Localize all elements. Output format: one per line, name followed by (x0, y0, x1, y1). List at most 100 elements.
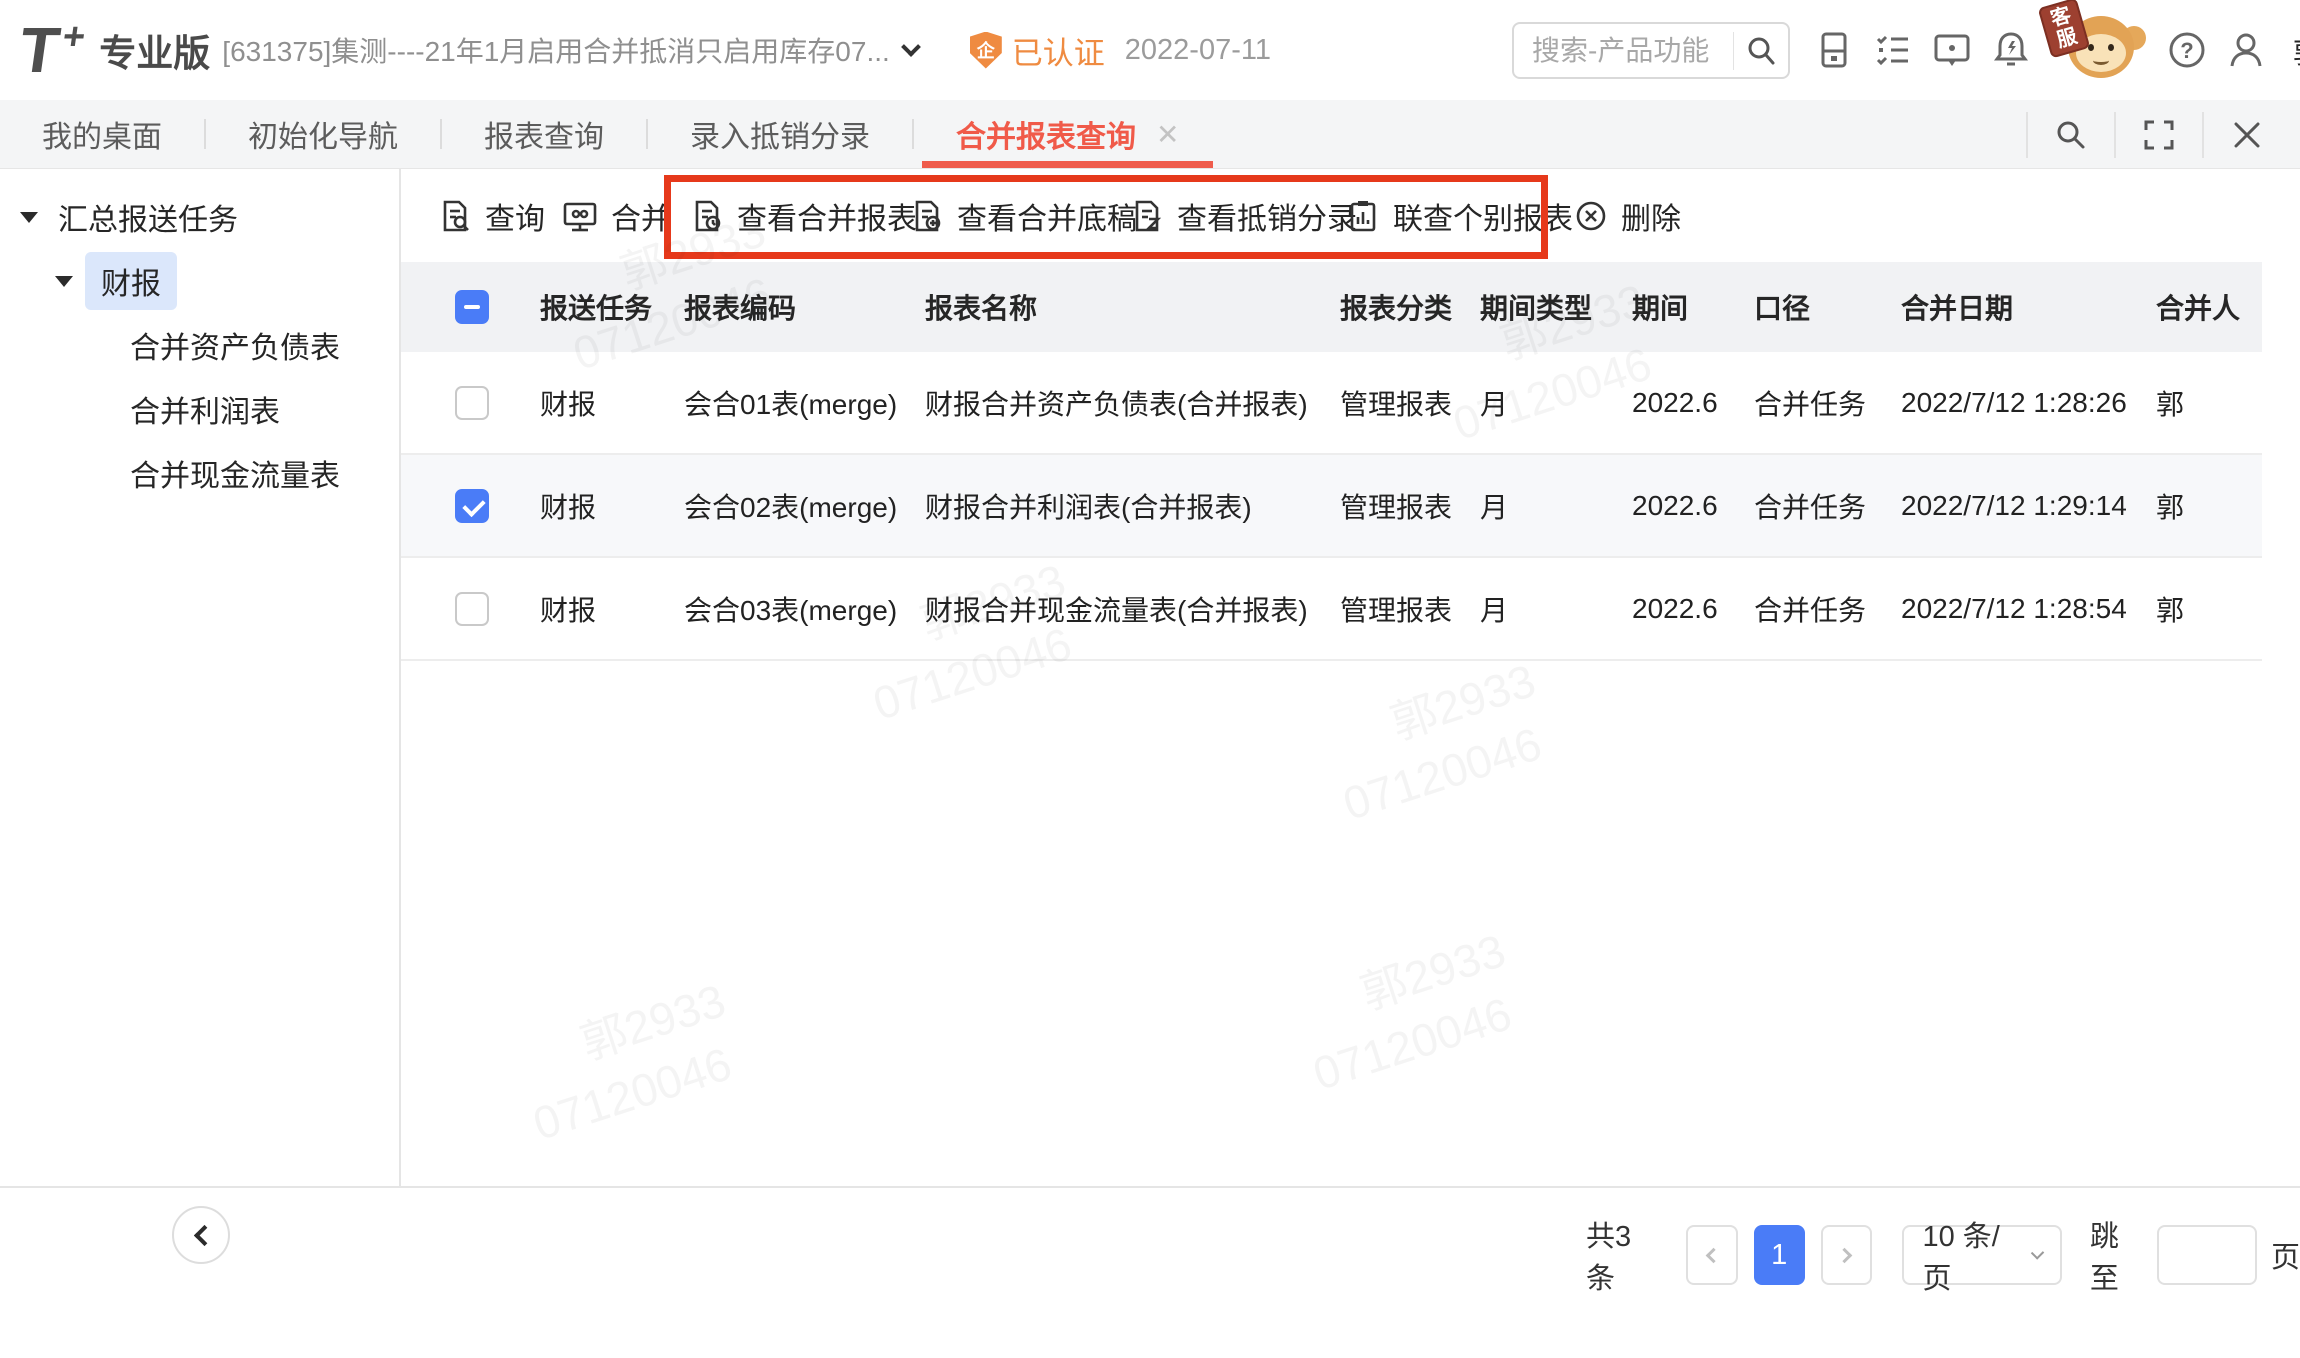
logo-t: T (14, 14, 65, 86)
cell-task: 财报 (540, 491, 597, 523)
cell-task: 财报 (540, 388, 597, 420)
help-icon[interactable]: ? (2167, 30, 2207, 70)
chevron-down-icon (2030, 1246, 2045, 1260)
column-header-task: 报送任务 (540, 293, 653, 324)
cell-name: 财报合并资产负债表(合并报表) (925, 388, 1308, 420)
sidebar-collapse-button[interactable] (172, 1206, 230, 1264)
column-header-period: 期间 (1632, 293, 1689, 324)
chevron-left-icon (193, 1224, 215, 1246)
row-checkbox[interactable] (455, 385, 489, 420)
view-merge-draft-button[interactable]: 查看合并底稿 (909, 169, 1137, 262)
table-row[interactable]: 财报 会合03表(merge) 财报合并现金流量表(合并报表) 管理报表 月 2… (401, 558, 2262, 661)
search-tabs-icon[interactable] (2028, 118, 2114, 152)
search-icon[interactable] (1734, 34, 1788, 68)
cell-period-type: 月 (1480, 594, 1509, 626)
tabbar-icon-group (2026, 100, 2290, 169)
mascot-mouth (2093, 56, 2109, 65)
cell-name: 财报合并利润表(合并报表) (925, 491, 1252, 523)
merge-button[interactable]: 合并 (561, 169, 671, 262)
shield-icon: 企 (969, 31, 1002, 69)
chevron-down-icon (900, 37, 921, 57)
delete-button[interactable]: 删除 (1573, 169, 1681, 262)
view-merged-report-button[interactable]: 查看合并报表 (689, 169, 917, 262)
cell-task: 财报 (540, 594, 597, 626)
support-mascot[interactable]: 客服 (2037, 0, 2148, 96)
checklist-icon[interactable] (1873, 30, 1913, 70)
tree-item-merged-balance-sheet[interactable]: 合并资产负债表 (0, 313, 399, 377)
pagination: 共3条 1 10 条/页 跳至 页 (1586, 1213, 2300, 1297)
jump-page-input[interactable] (2156, 1225, 2257, 1285)
linked-individual-reports-button[interactable]: 联查个别报表 (1345, 169, 1573, 262)
tab-close-icon[interactable]: ✕ (1156, 118, 1179, 151)
toolbar: 查询 合并 查看合并报表 查看合并底稿 查看抵销分录 联查个别报表 删除 (401, 169, 2300, 262)
select-all-checkbox[interactable] (455, 290, 489, 324)
total-count: 共3条 (1586, 1221, 1632, 1295)
cell-merger: 郭 (2156, 388, 2185, 420)
header-icon-group: 客服 ? 郭 (1814, 0, 2300, 100)
notification-bell-icon[interactable] (1991, 30, 2031, 70)
column-header-code: 报表编码 (684, 293, 797, 324)
message-icon[interactable] (1932, 30, 1972, 70)
query-button[interactable]: 查询 (437, 169, 545, 262)
account-name: [631375]集测----21年1月启用合并抵消只启用库存07... (222, 36, 890, 67)
page-unit-label: 页 (2270, 1242, 2300, 1274)
chevron-left-icon (1705, 1247, 1722, 1263)
current-page-button[interactable]: 1 (1753, 1225, 1805, 1285)
chevron-left-icon (1836, 1247, 1853, 1263)
user-icon[interactable] (2226, 30, 2266, 70)
tab-report-query[interactable]: 报表查询 (442, 100, 646, 168)
tab-bar: 我的桌面 初始化导航 报表查询 录入抵销分录 合并报表查询 ✕ (0, 100, 2300, 169)
cell-code: 会合02表(merge) (684, 491, 898, 523)
page-size-select[interactable]: 10 条/页 (1902, 1221, 2062, 1295)
support-sign: 客服 (2037, 0, 2091, 59)
search-input[interactable] (1514, 34, 1733, 67)
tree-item-summary-report-task[interactable]: 汇总报送任务 (0, 185, 399, 249)
tab-entry-elimination[interactable]: 录入抵销分录 (648, 100, 912, 168)
cell-name: 财报合并现金流量表(合并报表) (925, 594, 1308, 626)
column-header-merge-date: 合并日期 (1901, 293, 2014, 324)
column-header-name: 报表名称 (925, 293, 1038, 324)
tab-init-navigation[interactable]: 初始化导航 (206, 100, 440, 168)
jump-to-label: 跳至 (2089, 1221, 2119, 1295)
cell-period: 2022.6 (1632, 489, 1718, 521)
tree-item-financial-report[interactable]: 财报 (0, 249, 399, 313)
certified-label: 已认证 (1011, 35, 1105, 71)
column-header-period-type: 期间类型 (1480, 293, 1593, 324)
cell-caliber: 合并任务 (1754, 594, 1867, 626)
tab-my-desktop[interactable]: 我的桌面 (0, 100, 204, 168)
column-header-caliber: 口径 (1754, 293, 1811, 324)
tree-item-merged-income-statement[interactable]: 合并利润表 (0, 377, 399, 441)
tree-selected-label: 财报 (85, 252, 177, 310)
column-header-category: 报表分类 (1340, 293, 1453, 324)
fullscreen-icon[interactable] (2116, 118, 2202, 152)
column-header-merger: 合并人 (2156, 293, 2241, 324)
logo-plus: + (59, 16, 89, 58)
edition-title: 专业版 (99, 33, 211, 74)
cell-merge-date: 2022/7/12 1:28:54 (1901, 592, 2127, 624)
cell-period: 2022.6 (1632, 386, 1718, 418)
cell-merger: 郭 (2156, 594, 2185, 626)
table-row[interactable]: 财报 会合02表(merge) 财报合并利润表(合并报表) 管理报表 月 202… (401, 455, 2262, 558)
next-page-button[interactable] (1820, 1225, 1873, 1285)
current-user-name[interactable]: 郭 (2293, 28, 2300, 72)
top-header: T + 专业版 [631375]集测----21年1月启用合并抵消只启用库存07… (0, 0, 2300, 100)
tree-expand-icon[interactable] (20, 211, 38, 223)
device-icon[interactable] (1814, 30, 1854, 70)
tree-item-merged-cash-flow[interactable]: 合并现金流量表 (0, 441, 399, 505)
row-checkbox[interactable] (455, 488, 489, 523)
cell-caliber: 合并任务 (1754, 491, 1867, 523)
task-tree-sidebar: 汇总报送任务 财报 合并资产负债表 合并利润表 合并现金流量表 (0, 169, 401, 1186)
account-selector[interactable]: [631375]集测----21年1月启用合并抵消只启用库存07... (222, 30, 921, 70)
cell-merge-date: 2022/7/12 1:29:14 (1901, 489, 2127, 521)
table-header-row: 报送任务 报表编码 报表名称 报表分类 期间类型 期间 口径 合并日期 合并人 (401, 262, 2262, 352)
product-search (1512, 22, 1790, 79)
row-checkbox[interactable] (455, 591, 489, 626)
tree-expand-icon[interactable] (55, 275, 73, 287)
tab-merged-report-query[interactable]: 合并报表查询 ✕ (914, 100, 1221, 168)
view-elimination-entries-button[interactable]: 查看抵销分录 (1129, 169, 1357, 262)
prev-page-button[interactable] (1685, 1225, 1738, 1285)
close-icon[interactable] (2204, 118, 2290, 152)
cell-code: 会合03表(merge) (684, 594, 898, 626)
cell-caliber: 合并任务 (1754, 388, 1867, 420)
table-row[interactable]: 财报 会合01表(merge) 财报合并资产负债表(合并报表) 管理报表 月 2… (401, 352, 2262, 455)
